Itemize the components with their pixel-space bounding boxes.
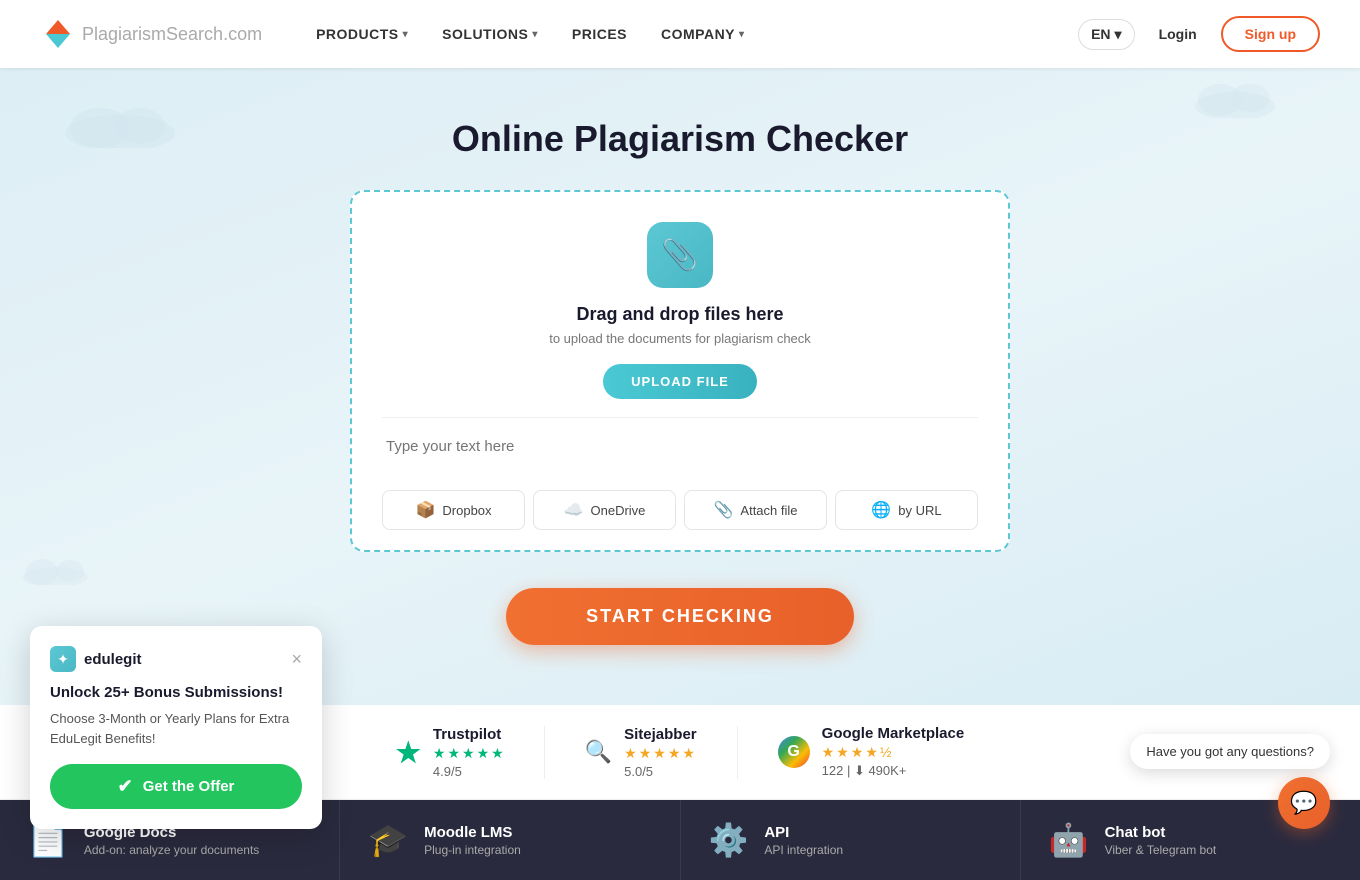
google-logo: G — [778, 736, 810, 768]
google-score: 122 | ⬇ 490K+ — [822, 763, 965, 779]
moodle-icon: 🎓 — [368, 821, 408, 859]
chatbot-icon: 🤖 — [1049, 821, 1089, 859]
by-url-button[interactable]: 🌐 by URL — [835, 490, 978, 530]
attach-icon: 📎 — [713, 500, 733, 520]
upload-file-button[interactable]: UPLOAD FILE — [603, 364, 757, 399]
nav-links: PRODUCTS ▾ SOLUTIONS ▾ PRICES COMPANY ▾ — [302, 18, 1078, 50]
sitejabber-logo: 🔍 — [585, 739, 612, 765]
moodle-sub: Plug-in integration — [424, 843, 521, 857]
page-title: Online Plagiarism Checker — [452, 118, 908, 160]
url-icon: 🌐 — [871, 500, 891, 520]
login-button[interactable]: Login — [1149, 20, 1207, 48]
onedrive-icon: ☁️ — [564, 500, 584, 520]
start-checking-button[interactable]: START CHECKING — [506, 588, 854, 645]
chatbot-sub: Viber & Telegram bot — [1105, 843, 1217, 857]
sitejabber-score: 5.0/5 — [624, 764, 697, 779]
popup-cta-label: Get the Offer — [143, 778, 235, 795]
divider — [382, 417, 978, 418]
onedrive-button[interactable]: ☁️ OneDrive — [533, 490, 676, 530]
google-marketplace-rating: G Google Marketplace ★ ★ ★ ★ ½ 122 | ⬇ 4… — [738, 725, 1005, 779]
promo-popup: ✦ edulegit × Unlock 25+ Bonus Submission… — [30, 626, 322, 829]
text-input[interactable] — [382, 432, 978, 484]
dropbox-button[interactable]: 📦 Dropbox — [382, 490, 525, 530]
signup-button[interactable]: Sign up — [1221, 16, 1320, 52]
chat-button[interactable]: 💬 — [1278, 777, 1330, 829]
bottom-moodle[interactable]: 🎓 Moodle LMS Plug-in integration — [340, 800, 680, 880]
api-icon: ⚙️ — [709, 821, 749, 859]
google-docs-sub: Add-on: analyze your documents — [84, 843, 259, 857]
trustpilot-score: 4.9/5 — [433, 764, 504, 779]
google-stars: ★ ★ ★ ★ ½ — [822, 744, 965, 761]
nav-products[interactable]: PRODUCTS ▾ — [302, 18, 422, 50]
popup-cta-button[interactable]: ✔ Get the Offer — [50, 764, 302, 809]
chat-tooltip: Have you got any questions? — [1130, 734, 1330, 769]
drag-drop-title: Drag and drop files here — [576, 304, 783, 325]
api-sub: API integration — [764, 843, 843, 857]
language-selector[interactable]: EN ▾ — [1078, 19, 1134, 50]
nav-company[interactable]: COMPANY ▾ — [647, 18, 759, 50]
api-title: API — [764, 824, 843, 841]
popup-desc: Choose 3-Month or Yearly Plans for Extra… — [50, 709, 302, 748]
attach-file-button[interactable]: 📎 Attach file — [684, 490, 827, 530]
chat-icon: 💬 — [1290, 790, 1317, 816]
nav-solutions[interactable]: SOLUTIONS ▾ — [428, 18, 552, 50]
attach-options-row: 📦 Dropbox ☁️ OneDrive 📎 Attach file 🌐 by… — [382, 490, 978, 530]
navigation: PlagiarismSearch.com PRODUCTS ▾ SOLUTION… — [0, 0, 1360, 68]
drag-drop-subtitle: to upload the documents for plagiarism c… — [549, 331, 811, 346]
sitejabber-name: Sitejabber — [624, 726, 697, 743]
logo-text: PlagiarismSearch.com — [82, 24, 262, 45]
popup-brand: ✦ edulegit — [50, 646, 142, 672]
nav-right: EN ▾ Login Sign up — [1078, 16, 1320, 52]
trustpilot-name: Trustpilot — [433, 726, 504, 743]
chevron-down-icon: ▾ — [739, 29, 745, 40]
chat-bubble: Have you got any questions? 💬 — [1130, 734, 1330, 829]
sitejabber-rating: 🔍 Sitejabber ★ ★ ★ ★ ★ 5.0/5 — [545, 726, 738, 779]
trustpilot-stars: ★ ★ ★ ★ ★ — [433, 745, 504, 762]
chevron-down-icon: ▾ — [532, 29, 538, 40]
trustpilot-rating: ★ Trustpilot ★ ★ ★ ★ ★ 4.9/5 — [356, 726, 545, 779]
popup-header: ✦ edulegit × — [50, 646, 302, 672]
bottom-api[interactable]: ⚙️ API API integration — [681, 800, 1021, 880]
popup-title: Unlock 25+ Bonus Submissions! — [50, 684, 302, 701]
nav-prices[interactable]: PRICES — [558, 18, 641, 50]
sitejabber-stars: ★ ★ ★ ★ ★ — [624, 745, 697, 762]
hero-section: Online Plagiarism Checker 📎 Drag and dro… — [0, 68, 1360, 705]
popup-close-button[interactable]: × — [291, 649, 302, 670]
checkmark-icon: ✔ — [118, 776, 133, 797]
dropbox-icon: 📦 — [415, 500, 435, 520]
logo[interactable]: PlagiarismSearch.com — [40, 16, 262, 52]
chevron-down-icon: ▾ — [403, 29, 409, 40]
edulegit-icon: ✦ — [50, 646, 76, 672]
chevron-down-icon: ▾ — [1115, 26, 1122, 43]
upload-icon-wrap: 📎 — [647, 222, 713, 288]
upload-box: 📎 Drag and drop files here to upload the… — [350, 190, 1010, 552]
popup-brand-name: edulegit — [84, 651, 142, 668]
paperclip-icon: 📎 — [661, 238, 698, 273]
trustpilot-logo: ★ — [396, 736, 421, 769]
google-marketplace-name: Google Marketplace — [822, 725, 965, 742]
moodle-title: Moodle LMS — [424, 824, 521, 841]
